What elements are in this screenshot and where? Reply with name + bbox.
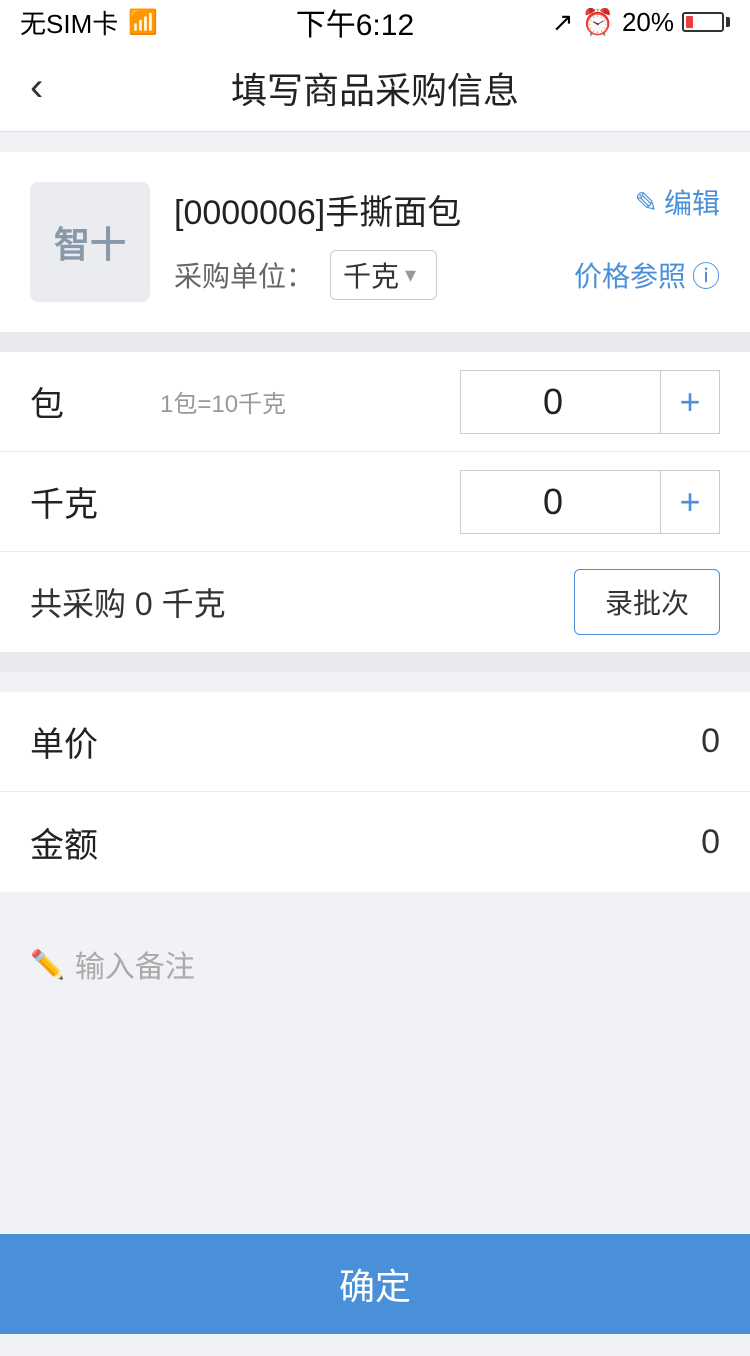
remark-row[interactable]: ✏️ 输入备注 [0, 912, 750, 1016]
section-divider-2 [0, 652, 750, 672]
pack-quantity-input[interactable] [460, 370, 660, 434]
kg-input-group: + [460, 470, 720, 534]
unit-price-row: 单价 0 [0, 692, 750, 792]
product-card: 智十 [0000006]手撕面包 采购单位： 千克 ▾ 价格参照 ⓘ ✎ 编辑 [0, 152, 750, 332]
amount-value: 0 [701, 823, 720, 862]
amount-row: 金额 0 [0, 792, 750, 892]
input-section: 包 1包=10千克 + 千克 + [0, 352, 750, 552]
location-icon: ↗ [552, 7, 574, 38]
battery-percentage: 20% [622, 7, 674, 38]
amount-label: 金额 [30, 818, 701, 867]
product-image: 智十 [30, 182, 150, 302]
product-logo: 智十 [54, 216, 126, 268]
unit-value: 千克 [343, 255, 399, 295]
carrier-text: 无SIM卡 [20, 4, 118, 41]
price-ref-label: 价格参照 [574, 255, 686, 295]
unit-price-label: 单价 [30, 717, 701, 766]
back-button[interactable]: ‹ [20, 55, 53, 120]
kg-label: 千克 [30, 477, 150, 526]
pack-sublabel: 1包=10千克 [160, 384, 460, 419]
edit-link[interactable]: ✎ 编辑 [635, 182, 720, 222]
summary-row: 共采购 0 千克 录批次 [0, 552, 750, 652]
kg-quantity-input[interactable] [460, 470, 660, 534]
edit-label: 编辑 [664, 182, 720, 222]
kg-plus-button[interactable]: + [660, 470, 720, 534]
status-time: 下午6:12 [296, 0, 414, 44]
battery-icon [682, 12, 730, 32]
unit-label: 采购单位： [174, 255, 314, 295]
chevron-down-icon: ▾ [405, 262, 416, 288]
kg-input-row: 千克 + [0, 452, 750, 552]
confirm-button[interactable]: 确定 [0, 1234, 750, 1334]
status-bar: 无SIM卡 📶 下午6:12 ↗ ⏰ 20% [0, 0, 750, 44]
pricing-section: 单价 0 金额 0 [0, 692, 750, 892]
info-icon: ⓘ [692, 255, 720, 295]
status-right: ↗ ⏰ 20% [552, 7, 730, 38]
pack-plus-button[interactable]: + [660, 370, 720, 434]
page-title: 填写商品采购信息 [231, 62, 519, 114]
edit-icon: ✎ [635, 186, 658, 219]
alarm-icon: ⏰ [582, 7, 614, 38]
unit-select[interactable]: 千克 ▾ [330, 250, 437, 300]
section-divider-1 [0, 332, 750, 352]
remark-placeholder: 输入备注 [75, 942, 195, 986]
product-unit-row: 采购单位： 千克 ▾ 价格参照 ⓘ [174, 250, 720, 300]
pack-input-group: + [460, 370, 720, 434]
pack-label: 包 [30, 377, 150, 426]
nav-bar: ‹ 填写商品采购信息 [0, 44, 750, 132]
unit-price-value: 0 [701, 722, 720, 761]
status-left: 无SIM卡 📶 [20, 4, 158, 41]
price-ref-link[interactable]: 价格参照 ⓘ [574, 255, 720, 295]
pack-input-row: 包 1包=10千克 + [0, 352, 750, 452]
batch-button[interactable]: 录批次 [574, 569, 720, 635]
wifi-icon: 📶 [128, 8, 158, 37]
pencil-icon: ✏️ [30, 948, 65, 981]
summary-text: 共采购 0 千克 [30, 579, 574, 625]
